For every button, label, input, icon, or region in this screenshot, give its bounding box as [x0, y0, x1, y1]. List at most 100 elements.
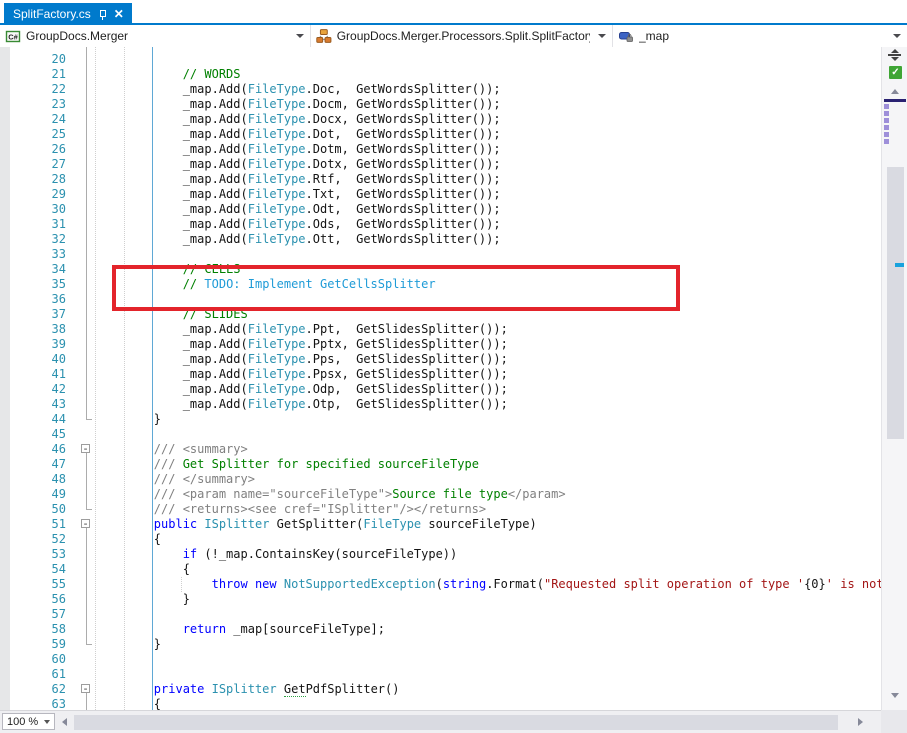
code-line[interactable]: 46 - /// <summary>	[0, 442, 881, 457]
code-line[interactable]: 39 _map.Add(FileType.Pptx, GetSlidesSpli…	[0, 337, 881, 352]
code-text: _map.Add(FileType.Dot, GetWordsSplitter(…	[182, 127, 501, 141]
line-number: 42	[51, 382, 66, 396]
code-text: }	[153, 412, 162, 426]
close-icon[interactable]: ✕	[114, 8, 124, 20]
line-number: 47	[51, 457, 66, 471]
code-line[interactable]: 23 _map.Add(FileType.Docm, GetWordsSplit…	[0, 97, 881, 112]
file-status-check-icon[interactable]: ✓	[889, 66, 902, 79]
code-editor[interactable]: 20 21 // WORDS 22 _map.Add(FileType.Doc, G…	[0, 47, 881, 710]
code-line[interactable]: 55 throw new NotSupportedException(strin…	[0, 577, 881, 592]
code-line[interactable]: 45	[0, 427, 881, 442]
code-line[interactable]: 40 _map.Add(FileType.Pps, GetSlidesSplit…	[0, 352, 881, 367]
code-text: _map.Add(FileType.Docx, GetWordsSplitter…	[182, 112, 501, 126]
line-number: 29	[51, 187, 66, 201]
code-line[interactable]: 52 {	[0, 532, 881, 547]
code-line[interactable]: 22 _map.Add(FileType.Doc, GetWordsSplitt…	[0, 82, 881, 97]
scroll-down-arrow[interactable]	[891, 693, 899, 698]
fold-toggle[interactable]: -	[81, 443, 90, 454]
code-text: {	[153, 697, 162, 710]
code-line[interactable]: 57	[0, 607, 881, 622]
code-line[interactable]: 33	[0, 247, 881, 262]
code-line[interactable]: 25 _map.Add(FileType.Dot, GetWordsSplitt…	[0, 127, 881, 142]
code-line[interactable]: 41 _map.Add(FileType.Ppsx, GetSlidesSpli…	[0, 367, 881, 382]
member-name: _map	[639, 29, 670, 43]
code-line[interactable]: 62 - private ISplitter GetPdfSplitter()	[0, 682, 881, 697]
fold-toggle[interactable]: -	[81, 518, 90, 529]
navigation-bar: C# GroupDocs.Merger GroupDocs.Merger.Pro…	[0, 25, 907, 48]
code-text: return _map[sourceFileType];	[182, 622, 386, 636]
code-line[interactable]: 48 /// </summary>	[0, 472, 881, 487]
code-text: public ISplitter GetSplitter(FileType so…	[153, 517, 537, 531]
code-text: private ISplitter GetPdfSplitter()	[153, 682, 400, 697]
vertical-scroll-thumb[interactable]	[887, 167, 904, 439]
svg-text:C#: C#	[8, 32, 18, 41]
line-number: 58	[51, 622, 66, 636]
line-number: 34	[51, 262, 66, 276]
line-number: 49	[51, 487, 66, 501]
line-number: 39	[51, 337, 66, 351]
scroll-up-arrow[interactable]	[891, 89, 899, 94]
zoom-select[interactable]: 100 %	[2, 713, 55, 730]
code-text: _map.Add(FileType.Odp, GetSlidesSplitter…	[182, 382, 508, 396]
horizontal-scrollbar[interactable]: 100 %	[0, 710, 881, 733]
code-text: /// Get Splitter for specified sourceFil…	[153, 457, 479, 471]
code-text: {	[153, 532, 162, 546]
code-line[interactable]: 47 /// Get Splitter for specified source…	[0, 457, 881, 472]
code-text: _map.Add(FileType.Ppt, GetSlidesSplitter…	[182, 322, 508, 336]
code-line[interactable]: 31 _map.Add(FileType.Ods, GetWordsSplitt…	[0, 217, 881, 232]
scroll-left-arrow[interactable]	[62, 718, 67, 726]
code-line[interactable]: 21 // WORDS	[0, 67, 881, 82]
code-line[interactable]: 32 _map.Add(FileType.Ott, GetWordsSplitt…	[0, 232, 881, 247]
code-line[interactable]: 59 }	[0, 637, 881, 652]
code-line[interactable]: 42 _map.Add(FileType.Odp, GetSlidesSplit…	[0, 382, 881, 397]
tab-splitfactory[interactable]: SplitFactory.cs ✕	[4, 3, 132, 25]
code-line[interactable]: 38 _map.Add(FileType.Ppt, GetSlidesSplit…	[0, 322, 881, 337]
project-dropdown[interactable]: C# GroupDocs.Merger	[0, 25, 310, 47]
code-text: /// <param name="sourceFileType">Source …	[153, 487, 566, 501]
line-number: 40	[51, 352, 66, 366]
line-number: 59	[51, 637, 66, 651]
code-line[interactable]: 54 {	[0, 562, 881, 577]
code-text: _map.Add(FileType.Txt, GetWordsSplitter(…	[182, 187, 501, 201]
code-line[interactable]: 44 }	[0, 412, 881, 427]
vertical-scrollbar[interactable]: ✓	[881, 47, 907, 710]
code-text: throw new NotSupportedException(string.F…	[211, 577, 881, 591]
chevron-down-icon	[44, 719, 50, 724]
code-line[interactable]: 60	[0, 652, 881, 667]
code-line[interactable]: 24 _map.Add(FileType.Docx, GetWordsSplit…	[0, 112, 881, 127]
pin-icon[interactable]	[98, 9, 107, 21]
tab-title: SplitFactory.cs	[13, 7, 91, 21]
code-line[interactable]: 58 return _map[sourceFileType];	[0, 622, 881, 637]
code-line[interactable]: 20	[0, 52, 881, 67]
line-number: 55	[51, 577, 66, 591]
annotation-red-box	[112, 265, 680, 311]
code-line[interactable]: 50 /// <returns><see cref="ISplitter"/><…	[0, 502, 881, 517]
change-marker	[884, 111, 889, 116]
horizontal-scroll-thumb[interactable]	[74, 715, 838, 730]
code-line[interactable]: 63 {	[0, 697, 881, 710]
scrollbar-corner	[881, 710, 907, 733]
code-line[interactable]: 43 _map.Add(FileType.Otp, GetSlidesSplit…	[0, 397, 881, 412]
code-text: /// <summary>	[153, 442, 248, 456]
code-line[interactable]: 56 }	[0, 592, 881, 607]
line-number: 50	[51, 502, 66, 516]
member-dropdown[interactable]: _map	[612, 25, 907, 47]
line-number: 36	[51, 292, 66, 306]
scroll-right-arrow[interactable]	[858, 718, 863, 726]
line-number: 56	[51, 592, 66, 606]
code-line[interactable]: 49 /// <param name="sourceFileType">Sour…	[0, 487, 881, 502]
change-marker	[884, 118, 889, 123]
code-line[interactable]: 53 if (!_map.ContainsKey(sourceFileType)…	[0, 547, 881, 562]
code-line[interactable]: 30 _map.Add(FileType.Odt, GetWordsSplitt…	[0, 202, 881, 217]
code-text: _map.Add(FileType.Pptx, GetSlidesSplitte…	[182, 337, 508, 351]
code-line[interactable]: 61	[0, 667, 881, 682]
code-line[interactable]: 29 _map.Add(FileType.Txt, GetWordsSplitt…	[0, 187, 881, 202]
type-dropdown[interactable]: GroupDocs.Merger.Processors.Split.SplitF…	[310, 25, 612, 47]
code-line[interactable]: 28 _map.Add(FileType.Rtf, GetWordsSplitt…	[0, 172, 881, 187]
code-line[interactable]: 26 _map.Add(FileType.Dotm, GetWordsSplit…	[0, 142, 881, 157]
code-line[interactable]: 51 - public ISplitter GetSplitter(FileTyp…	[0, 517, 881, 532]
code-line[interactable]: 27 _map.Add(FileType.Dotx, GetWordsSplit…	[0, 157, 881, 172]
fold-toggle[interactable]: -	[81, 683, 90, 694]
split-window-grip-icon[interactable]	[887, 49, 902, 64]
csharp-project-icon: C#	[5, 30, 21, 43]
